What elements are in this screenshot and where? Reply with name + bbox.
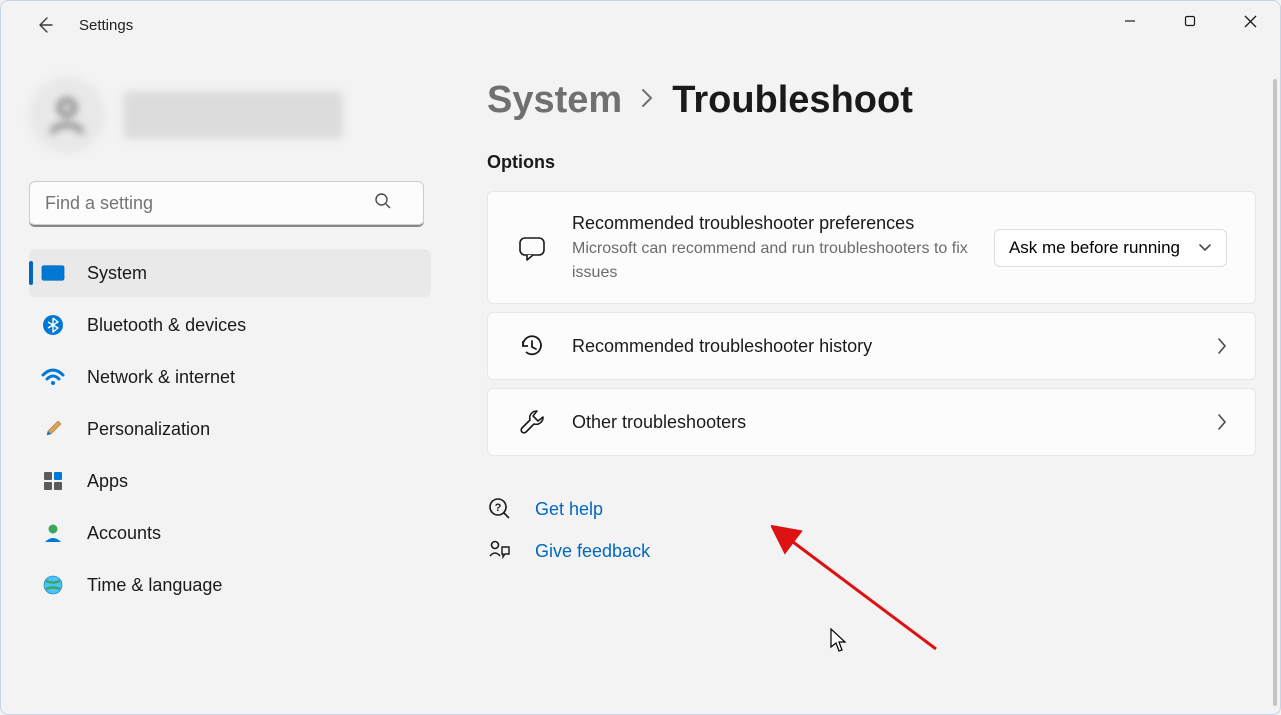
breadcrumb: System Troubleshoot [487, 79, 1256, 122]
main-content: System Troubleshoot Options Recommended … [487, 79, 1256, 714]
app-title: Settings [79, 17, 133, 34]
chevron-right-icon [1217, 413, 1227, 431]
options-label: Options [487, 152, 1256, 173]
titlebar: Settings [1, 1, 1280, 49]
preferences-dropdown[interactable]: Ask me before running [994, 229, 1227, 267]
maximize-button[interactable] [1160, 1, 1220, 41]
search-input[interactable] [29, 181, 424, 227]
sidebar-item-network[interactable]: Network & internet [29, 353, 431, 401]
sidebar-item-apps[interactable]: Apps [29, 457, 431, 505]
sidebar-item-accounts[interactable]: Accounts [29, 509, 431, 557]
sidebar-item-time-language[interactable]: Time & language [29, 561, 431, 609]
person-icon [45, 93, 89, 137]
close-button[interactable] [1220, 1, 1280, 41]
card-subtitle: Microsoft can recommend and run troubles… [572, 237, 970, 285]
sidebar-item-label: System [87, 263, 147, 284]
window-controls [1100, 1, 1280, 41]
card-other-troubleshooters[interactable]: Other troubleshooters [487, 388, 1256, 456]
chat-icon [516, 233, 548, 263]
sidebar-item-label: Time & language [87, 575, 222, 596]
link-label: Give feedback [535, 541, 650, 562]
get-help-link[interactable]: ? Get help [487, 496, 1256, 522]
breadcrumb-parent[interactable]: System [487, 79, 622, 122]
globe-icon [41, 573, 65, 597]
scrollbar[interactable] [1273, 79, 1277, 706]
apps-icon [41, 469, 65, 493]
back-button[interactable] [25, 5, 65, 45]
sidebar-item-label: Personalization [87, 419, 210, 440]
display-icon [41, 261, 65, 285]
sidebar-item-label: Network & internet [87, 367, 235, 388]
dropdown-value: Ask me before running [1009, 238, 1180, 258]
profile-block[interactable] [29, 77, 431, 153]
card-title: Recommended troubleshooter preferences [572, 210, 970, 237]
chevron-right-icon [640, 87, 654, 114]
card-title: Recommended troubleshooter history [572, 333, 1193, 360]
search-icon [373, 191, 393, 216]
sidebar-item-personalization[interactable]: Personalization [29, 405, 431, 453]
sidebar-item-label: Bluetooth & devices [87, 315, 246, 336]
avatar [29, 77, 105, 153]
breadcrumb-current: Troubleshoot [672, 79, 913, 122]
link-label: Get help [535, 499, 603, 520]
card-troubleshooter-preferences[interactable]: Recommended troubleshooter preferences M… [487, 191, 1256, 304]
help-icon: ? [487, 496, 513, 522]
chevron-down-icon [1198, 243, 1212, 253]
card-title: Other troubleshooters [572, 409, 1193, 436]
sidebar-item-system[interactable]: System [29, 249, 431, 297]
wrench-icon [516, 407, 548, 437]
minimize-button[interactable] [1100, 1, 1160, 41]
card-troubleshooter-history[interactable]: Recommended troubleshooter history [487, 312, 1256, 380]
back-arrow-icon [35, 15, 55, 35]
chevron-right-icon [1217, 337, 1227, 355]
profile-name [123, 91, 343, 139]
wifi-icon [41, 365, 65, 389]
sidebar-item-label: Accounts [87, 523, 161, 544]
search-wrap [29, 181, 431, 227]
footer-links: ? Get help Give feedback [487, 496, 1256, 564]
account-icon [41, 521, 65, 545]
history-icon [516, 331, 548, 361]
brush-icon [41, 417, 65, 441]
feedback-icon [487, 538, 513, 564]
bluetooth-icon [41, 313, 65, 337]
sidebar: System Bluetooth & devices Network & int… [1, 59, 451, 609]
sidebar-item-bluetooth[interactable]: Bluetooth & devices [29, 301, 431, 349]
sidebar-item-label: Apps [87, 471, 128, 492]
svg-text:?: ? [495, 502, 502, 514]
give-feedback-link[interactable]: Give feedback [487, 538, 1256, 564]
nav-list: System Bluetooth & devices Network & int… [29, 249, 431, 609]
